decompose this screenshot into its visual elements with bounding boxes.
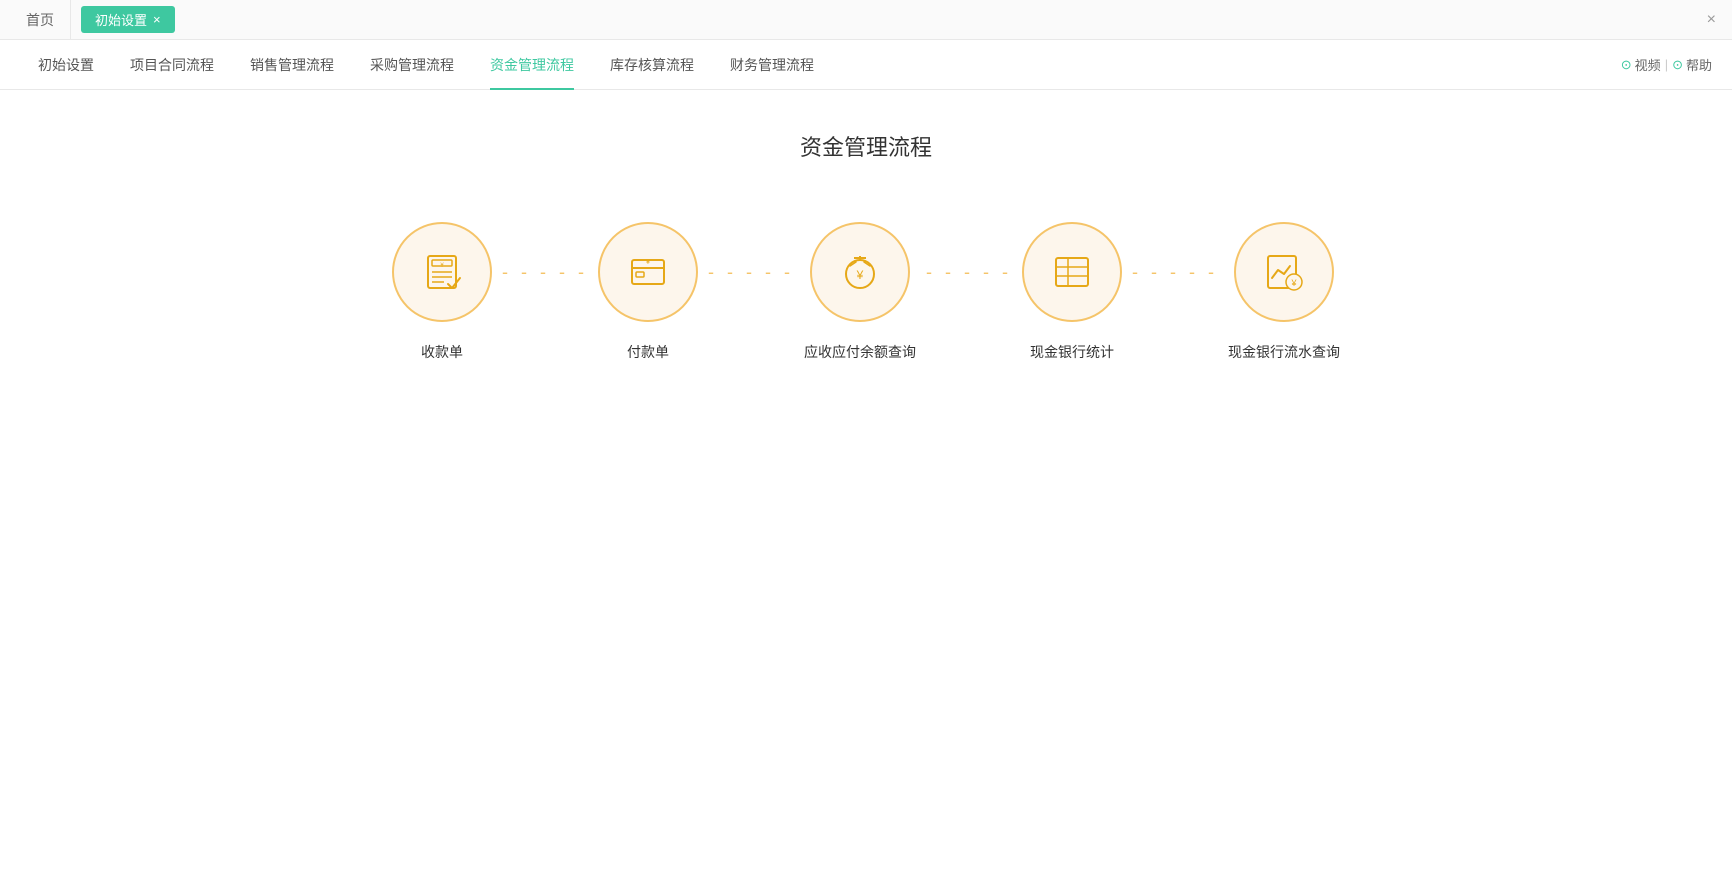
nav-item-purchase[interactable]: 采购管理流程 xyxy=(352,40,472,90)
svg-text:¥: ¥ xyxy=(1290,278,1297,288)
nav-bar: 初始设置 项目合同流程 销售管理流程 采购管理流程 资金管理流程 库存核算流程 … xyxy=(0,40,1732,90)
window-close-button[interactable]: × xyxy=(1707,11,1716,29)
nav-item-capital[interactable]: 资金管理流程 xyxy=(472,40,592,90)
receipt-icon-circle[interactable]: ¥ xyxy=(392,222,492,322)
balance-label: 应收应付余额查询 xyxy=(804,342,916,362)
dots-4: - - - - - xyxy=(1132,262,1218,283)
svg-text:¥: ¥ xyxy=(646,259,650,266)
receipt-svg-icon: ¥ xyxy=(418,248,466,296)
bank-flow-svg-icon: ¥ xyxy=(1260,248,1308,296)
payment-label: 付款单 xyxy=(627,342,669,362)
nav-item-sales[interactable]: 销售管理流程 xyxy=(232,40,352,90)
flow-container: ¥ 收款单 - - - - - ¥ 付款单 - - xyxy=(20,222,1712,362)
video-label: 视频 xyxy=(1635,55,1661,74)
nav-item-project[interactable]: 项目合同流程 xyxy=(112,40,232,90)
payment-svg-icon: ¥ xyxy=(624,248,672,296)
dots-1: - - - - - xyxy=(502,262,588,283)
payment-icon-circle[interactable]: ¥ xyxy=(598,222,698,322)
svg-text:¥: ¥ xyxy=(856,268,864,282)
flow-item-payment: ¥ 付款单 xyxy=(598,222,698,362)
video-help-link[interactable]: ⊙ 视频 xyxy=(1621,55,1661,74)
connector-1: - - - - - xyxy=(502,262,588,323)
flow-item-bank-flow: ¥ 现金银行流水查询 xyxy=(1228,222,1340,362)
balance-svg-icon: ¥ xyxy=(836,248,884,296)
help-link[interactable]: ⊙ 帮助 xyxy=(1672,55,1712,74)
nav-item-initial[interactable]: 初始设置 xyxy=(20,40,112,90)
dots-3: - - - - - xyxy=(926,262,1012,283)
connector-3: - - - - - xyxy=(926,262,1012,323)
flow-item-bank-stat: 现金银行统计 xyxy=(1022,222,1122,362)
bank-stat-label: 现金银行统计 xyxy=(1030,342,1114,362)
receipt-label: 收款单 xyxy=(421,342,463,362)
connector-4: - - - - - xyxy=(1132,262,1218,323)
active-tab-close[interactable]: × xyxy=(153,12,161,27)
bank-stat-svg-icon xyxy=(1048,248,1096,296)
dots-2: - - - - - xyxy=(708,262,794,283)
video-icon: ⊙ xyxy=(1621,57,1632,73)
active-tab-label: 初始设置 xyxy=(95,10,147,29)
top-bar: 首页 初始设置 × × xyxy=(0,0,1732,40)
bank-flow-label: 现金银行流水查询 xyxy=(1228,342,1340,362)
balance-icon-circle[interactable]: ¥ xyxy=(810,222,910,322)
active-tab[interactable]: 初始设置 × xyxy=(81,6,175,33)
nav-help-area: ⊙ 视频 | ⊙ 帮助 xyxy=(1621,55,1712,74)
help-label: 帮助 xyxy=(1686,55,1712,74)
page-title: 资金管理流程 xyxy=(20,130,1712,162)
flow-item-receipt: ¥ 收款单 xyxy=(392,222,492,362)
bank-flow-icon-circle[interactable]: ¥ xyxy=(1234,222,1334,322)
home-tab[interactable]: 首页 xyxy=(10,0,71,40)
help-icon: ⊙ xyxy=(1672,57,1683,73)
main-content: 资金管理流程 ¥ 收款单 - - - - - xyxy=(0,90,1732,885)
top-right-controls: × xyxy=(1707,11,1732,29)
flow-item-balance: ¥ 应收应付余额查询 xyxy=(804,222,916,362)
nav-item-finance[interactable]: 财务管理流程 xyxy=(712,40,832,90)
connector-2: - - - - - xyxy=(708,262,794,323)
nav-item-inventory[interactable]: 库存核算流程 xyxy=(592,40,712,90)
nav-divider: | xyxy=(1665,57,1668,72)
bank-stat-icon-circle[interactable] xyxy=(1022,222,1122,322)
